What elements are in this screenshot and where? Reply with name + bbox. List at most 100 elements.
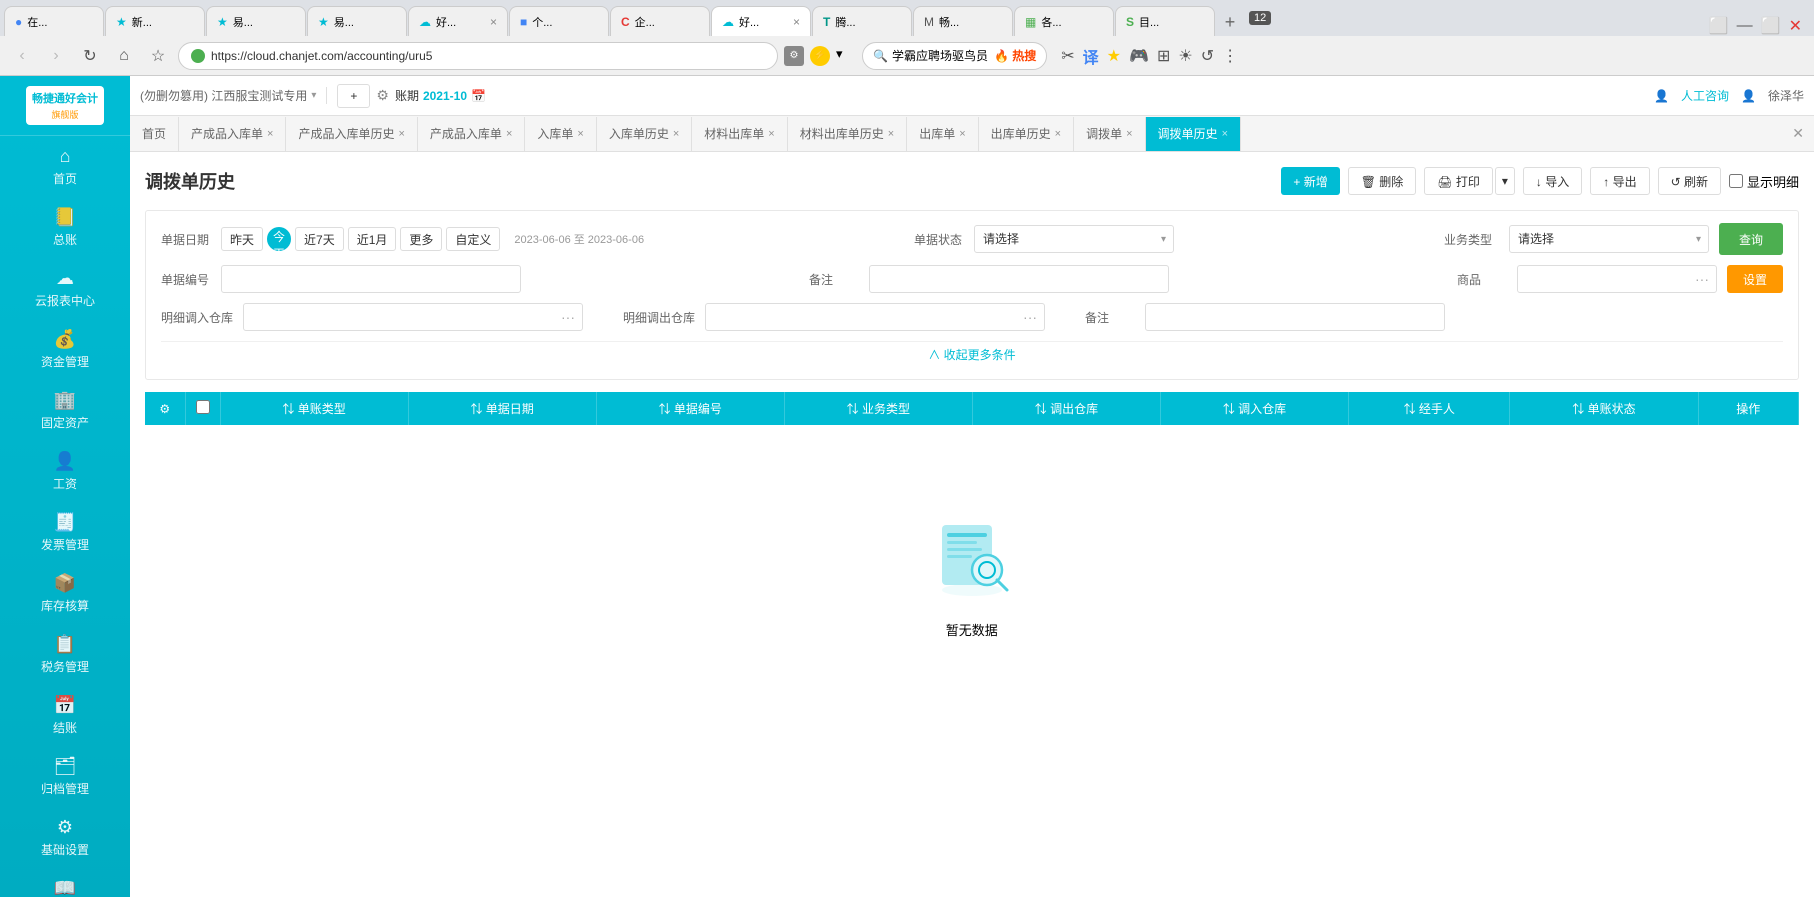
scissors-icon[interactable]: ✂ [1061,46,1074,66]
address-input[interactable]: https://cloud.chanjet.com/accounting/uru… [178,42,778,70]
table-settings-icon[interactable]: ⚙ [159,402,170,416]
home-button[interactable]: ⌂ [110,42,138,70]
detail-in-input[interactable] [243,303,583,331]
undo-icon[interactable]: ↺ [1201,46,1214,66]
browser-tab-11[interactable]: ▦ 各... [1014,6,1114,36]
delete-button[interactable]: 🗑 删除 [1348,167,1417,195]
sidebar-item-ledger[interactable]: 📒 总账 [0,197,130,258]
sidebar-item-inventory[interactable]: 📦 库存核算 [0,563,130,624]
calendar-icon[interactable]: 📅 [471,89,486,103]
browser-tab-8[interactable]: ☁ 好... × [711,6,811,36]
status-select[interactable]: 请选择 [974,225,1174,253]
browser-tab-1[interactable]: ● 在... [4,6,104,36]
date-btn-yesterday[interactable]: 昨天 [221,227,263,251]
th-settings[interactable]: ⚙ [145,392,185,425]
tab-close-5[interactable]: × [490,15,497,29]
sidebar-item-payroll[interactable]: 👤 工资 [0,441,130,502]
extension-icon2[interactable]: ★ [1107,46,1121,66]
browser-tab-10[interactable]: M 畅... [913,6,1013,36]
grid-icon[interactable]: ⊞ [1157,46,1170,66]
game-icon[interactable]: 🎮 [1129,46,1149,66]
import-button[interactable]: ↓ 导入 [1523,167,1582,195]
page-tab-transfer-close[interactable]: × [1126,128,1132,140]
restore-icon[interactable]: ⬜ [1709,16,1729,36]
th-status[interactable]: ⇅ 单账状态 [1510,392,1698,425]
refresh-button[interactable]: ↻ [76,42,104,70]
page-tab-mat-out-hist-close[interactable]: × [888,128,894,140]
settings-button[interactable]: 设置 [1727,265,1783,293]
browser-tab-7[interactable]: C 企... [610,6,710,36]
sidebar-item-reports[interactable]: ☁ 云报表中心 [0,258,130,319]
page-tab-out[interactable]: 出库单 × [907,117,978,151]
page-tab-product-in[interactable]: 产成品入库单 × [179,117,286,151]
remark-input[interactable] [869,265,1169,293]
goods-input[interactable] [1517,265,1717,293]
sidebar-item-capital[interactable]: 💰 资金管理 [0,319,130,380]
date-btn-7days[interactable]: 近7天 [295,227,344,251]
browser-tab-6[interactable]: ■ 个... [509,6,609,36]
page-tab-in-hist[interactable]: 入库单历史 × [597,117,692,151]
biz-type-select[interactable]: 请选择 [1509,225,1709,253]
menu-icon[interactable]: ⋮ [1222,46,1238,66]
th-in-wh[interactable]: ⇅ 调入仓库 [1160,392,1348,425]
export-button[interactable]: ↑ 导出 [1590,167,1649,195]
sidebar-item-assets[interactable]: 🏢 固定资产 [0,380,130,441]
page-tab-mat-out-hist[interactable]: 材料出库单历史 × [788,117,907,151]
biz-type-select-wrap[interactable]: 请选择 [1509,225,1709,253]
collapse-bar[interactable]: ∧ 收起更多条件 [161,341,1783,367]
remark2-input[interactable] [1145,303,1445,331]
th-no[interactable]: ⇅ 单据编号 [596,392,784,425]
detail-out-input[interactable] [705,303,1045,331]
lightning-icon[interactable]: ⚡ [810,46,830,66]
query-button[interactable]: 查询 [1719,223,1783,255]
new-button[interactable]: + 新增 [1281,167,1339,195]
sidebar-item-tax[interactable]: 📋 税务管理 [0,624,130,685]
maximize-icon[interactable]: ⬜ [1761,16,1781,36]
th-date[interactable]: ⇅ 单据日期 [408,392,596,425]
settings-company-icon[interactable]: ⚙ [376,87,389,104]
th-handler[interactable]: ⇅ 经手人 [1349,392,1510,425]
search-input[interactable]: 🔍 学霸应聘场驱鸟员 🔥 热搜 [862,42,1047,70]
detail-out-more-btn[interactable]: ··· [1019,309,1041,325]
tab-close-8[interactable]: × [793,15,800,29]
sidebar-item-close[interactable]: 📅 结账 [0,685,130,746]
customer-service-text[interactable]: 人工咨询 [1681,87,1729,104]
add-company-button[interactable]: + [337,84,370,108]
page-tab-out-hist[interactable]: 出库单历史 × [979,117,1074,151]
print-dropdown[interactable]: 🖨 打印 ▾ [1424,167,1515,195]
sidebar-item-guide[interactable]: 📖 新手引导 [0,868,130,897]
doc-no-input[interactable] [221,265,521,293]
th-biz-type[interactable]: ⇅ 业务类型 [784,392,972,425]
page-tab-in[interactable]: 入库单 × [525,117,596,151]
browser-tab-9[interactable]: T 腾... [812,6,912,36]
sidebar-item-invoice[interactable]: 🧾 发票管理 [0,502,130,563]
dropdown-icon[interactable]: ▾ [836,46,856,66]
forward-button[interactable]: › [42,42,70,70]
print-button[interactable]: 🖨 打印 [1424,167,1493,195]
page-tab-mat-out-close[interactable]: × [768,128,774,140]
date-btn-1month[interactable]: 近1月 [348,227,397,251]
page-tab-transfer-hist[interactable]: 调拨单历史 × [1146,117,1241,151]
page-tab-out-close[interactable]: × [959,128,965,140]
close-window-icon[interactable]: ✕ [1789,16,1802,36]
new-tab-button[interactable]: + [1216,8,1244,36]
page-tab-mat-out[interactable]: 材料出库单 × [692,117,787,151]
date-btn-custom[interactable]: 自定义 [446,227,500,251]
page-tab-in-close[interactable]: × [577,128,583,140]
show-toggle-checkbox[interactable] [1729,174,1743,188]
checkbox-all[interactable] [196,400,210,414]
refresh-button-action[interactable]: ↺ 刷新 [1658,167,1721,195]
page-tab-home[interactable]: 首页 [130,117,179,151]
status-select-wrap[interactable]: 请选择 [974,225,1174,253]
browser-tab-4[interactable]: ★ 易... [307,6,407,36]
tabs-close-all[interactable]: ✕ [1782,125,1814,142]
page-tab-in-hist-close[interactable]: × [673,128,679,140]
page-tab-product-in-hist[interactable]: 产成品入库单历史 × [286,117,417,151]
page-tab-transfer-hist-close[interactable]: × [1222,128,1228,140]
sidebar-item-settings[interactable]: ⚙ 基础设置 [0,807,130,868]
bookmark-button[interactable]: ☆ [144,42,172,70]
extensions-icon[interactable]: ⚙ [784,46,804,66]
goods-more-btn[interactable]: ··· [1691,271,1713,287]
date-btn-more[interactable]: 更多 [400,227,442,251]
back-button[interactable]: ‹ [8,42,36,70]
